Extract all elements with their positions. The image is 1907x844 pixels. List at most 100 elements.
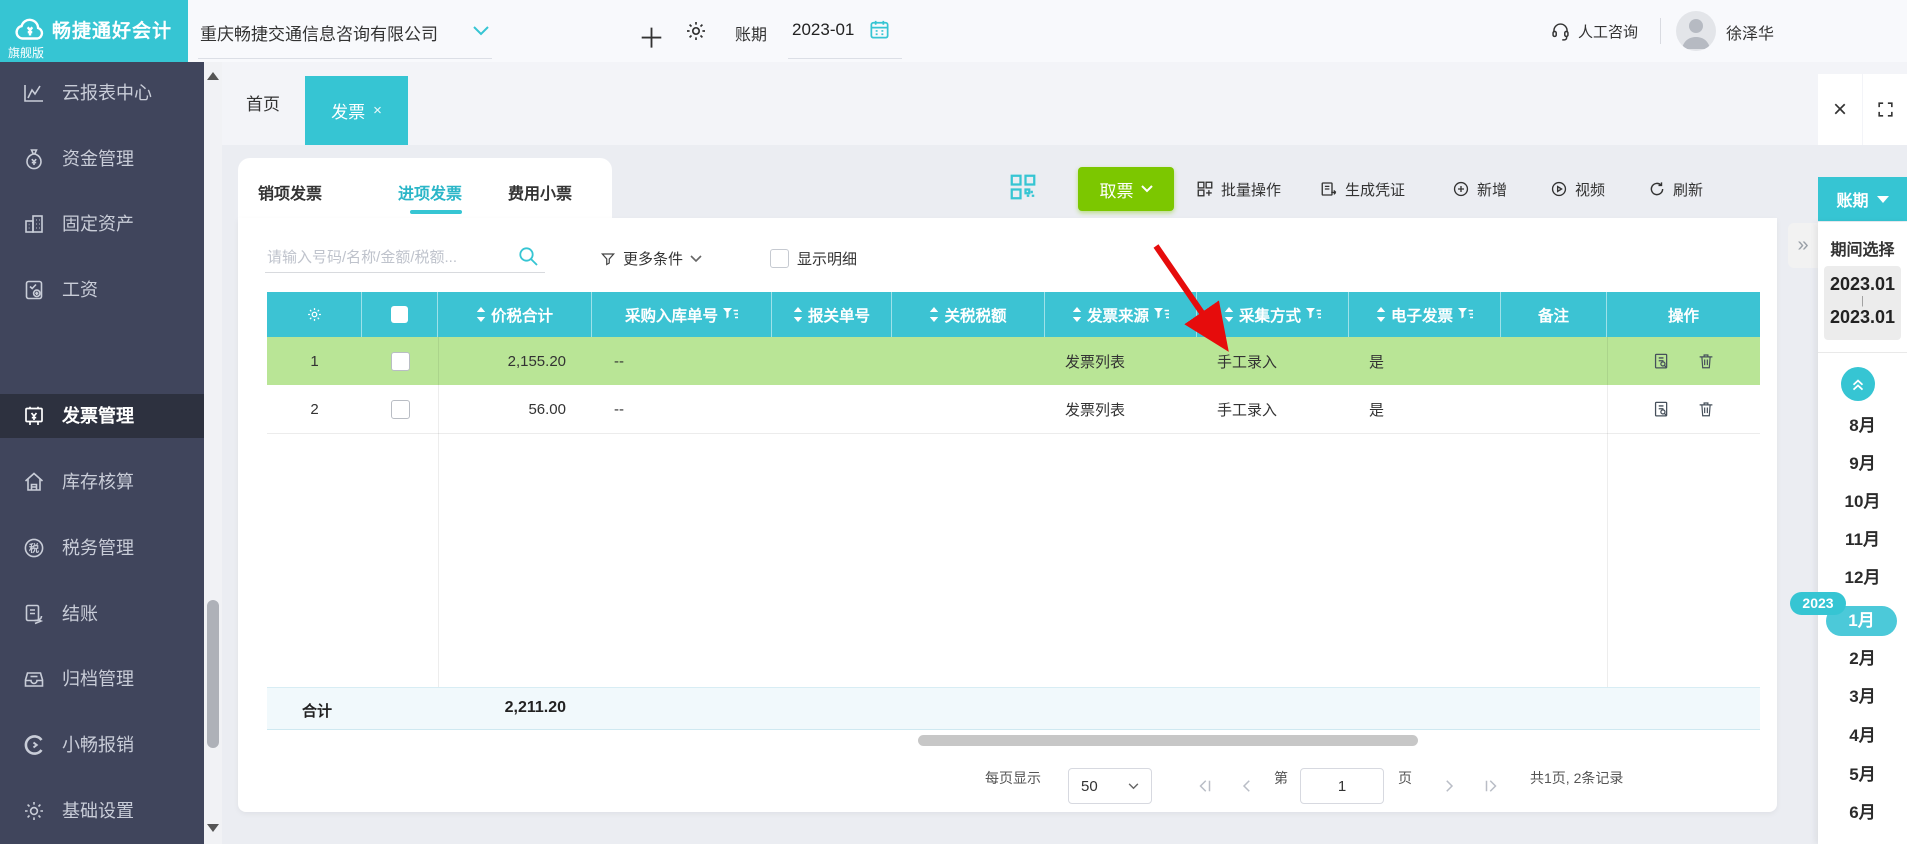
page-number-input[interactable]	[1300, 768, 1384, 804]
sidebar-item-expense[interactable]: 小畅报销	[0, 723, 204, 767]
last-page-button[interactable]	[1482, 777, 1500, 795]
sidebar-item-salary[interactable]: 工资	[0, 268, 204, 312]
caret-down-icon	[1876, 195, 1889, 203]
fetch-invoice-label: 取票	[1099, 181, 1134, 201]
collapse-panel-button[interactable]: »	[1788, 223, 1818, 268]
column-header-method[interactable]: 采集方式	[1197, 292, 1349, 337]
delete-icon[interactable]	[1697, 352, 1715, 370]
search-icon[interactable]	[516, 244, 540, 268]
page-prefix: 第	[1274, 770, 1288, 786]
sidebar-item-closing[interactable]: 结账	[0, 592, 204, 636]
month-item[interactable]: 4月	[1818, 722, 1907, 750]
sidebar-item-settings[interactable]: 基础设置	[0, 789, 204, 833]
sidebar-item-fixed-assets[interactable]: 固定资产	[0, 202, 204, 246]
subtab-expense-receipt[interactable]: 费用小票	[508, 180, 572, 204]
column-header-customs-no[interactable]: 报关单号	[772, 292, 892, 337]
gear-icon[interactable]	[684, 19, 708, 43]
month-item[interactable]: 8月	[1818, 412, 1907, 440]
month-item[interactable]: 6月	[1818, 799, 1907, 827]
period-range-box[interactable]: 2023.01 | 2023.01	[1824, 266, 1901, 340]
fullscreen-icon	[1876, 100, 1895, 119]
calendar-icon[interactable]	[868, 18, 891, 41]
year-badge: 2023	[1790, 592, 1846, 615]
view-voucher-icon[interactable]	[1652, 352, 1671, 371]
tab-invoice[interactable]: 发票 ×	[305, 76, 408, 145]
close-icon: ×	[1832, 95, 1847, 123]
user-name[interactable]: 徐泽华	[1726, 20, 1774, 44]
column-header-remark[interactable]: 备注	[1501, 292, 1607, 337]
month-item[interactable]: 5月	[1818, 761, 1907, 789]
cell-source: 发票列表	[1065, 353, 1126, 371]
show-detail-checkbox[interactable]	[770, 249, 789, 268]
scroll-up-icon[interactable]	[207, 72, 219, 80]
generate-voucher-button[interactable]: 生成凭证	[1320, 170, 1405, 208]
support-link[interactable]: 人工咨询	[1578, 21, 1638, 42]
table-row[interactable]: 1 2,155.20 -- 发票列表 手工录入 是	[267, 337, 1760, 385]
month-item[interactable]: 9月	[1818, 450, 1907, 478]
month-item[interactable]: 2月	[1818, 645, 1907, 673]
row-checkbox[interactable]	[390, 399, 410, 419]
sidebar-item-invoice[interactable]: 发票管理	[0, 394, 204, 438]
show-detail-toggle[interactable]: 显示明细	[770, 248, 857, 269]
month-item[interactable]: 12月	[1818, 564, 1907, 592]
column-header-purchase-no[interactable]: 采购入库单号	[592, 292, 772, 337]
prev-page-button[interactable]	[1238, 777, 1256, 795]
search-input[interactable]	[265, 242, 519, 272]
period-value[interactable]: 2023-01	[792, 20, 854, 40]
sidebar-item-cloud-reports[interactable]: 云报表中心	[0, 71, 204, 115]
sidebar-item-inventory[interactable]: 库存核算	[0, 460, 204, 504]
company-chevron-down-icon[interactable]	[472, 25, 490, 37]
column-label: 关税税额	[944, 307, 1007, 325]
sort-icon	[793, 307, 803, 322]
column-header-actions[interactable]: 操作	[1607, 292, 1760, 337]
refresh-button[interactable]: 刷新	[1648, 170, 1703, 208]
horizontal-scrollbar-thumb[interactable]	[918, 735, 1418, 746]
select-all-header[interactable]	[362, 292, 438, 337]
close-view-button[interactable]: ×	[1818, 74, 1862, 145]
add-new-button[interactable]: 新增	[1452, 170, 1507, 208]
sidebar-item-archive[interactable]: 归档管理	[0, 657, 204, 701]
fullscreen-button[interactable]	[1863, 74, 1907, 145]
first-page-button[interactable]	[1196, 777, 1214, 795]
closing-icon	[22, 602, 46, 626]
scroll-down-icon[interactable]	[207, 824, 219, 832]
cell-method: 手工录入	[1217, 401, 1278, 419]
avatar[interactable]	[1676, 11, 1716, 51]
sidebar-item-funds[interactable]: 资金管理	[0, 137, 204, 181]
page-size-select[interactable]: 50	[1068, 768, 1152, 804]
fetch-invoice-button[interactable]: 取票	[1078, 167, 1174, 211]
sidebar-item-label: 固定资产	[62, 214, 134, 234]
delete-icon[interactable]	[1697, 400, 1715, 418]
view-voucher-icon[interactable]	[1652, 400, 1671, 419]
subtab-purchase-invoice[interactable]: 进项发票	[398, 180, 462, 204]
company-name[interactable]: 重庆畅捷交通信息咨询有限公司	[200, 20, 438, 45]
more-filters-button[interactable]: 更多条件	[600, 248, 702, 269]
column-header-electronic[interactable]: 电子发票	[1349, 292, 1501, 337]
scroll-months-up-button[interactable]	[1841, 367, 1875, 401]
next-page-button[interactable]	[1440, 777, 1458, 795]
column-settings-header[interactable]	[267, 292, 362, 337]
tab-close-icon[interactable]: ×	[373, 102, 382, 119]
sidebar-item-tax[interactable]: 税 税务管理	[0, 526, 204, 570]
subtab-sales-invoice[interactable]: 销项发票	[258, 180, 322, 204]
video-button[interactable]: 视频	[1550, 170, 1605, 208]
tab-home[interactable]: 首页	[246, 90, 280, 115]
row-checkbox[interactable]	[390, 351, 410, 371]
month-item[interactable]: 10月	[1818, 488, 1907, 516]
sidebar-scrollbar[interactable]	[204, 62, 222, 844]
column-header-source[interactable]: 发票来源	[1045, 292, 1197, 337]
cell-method: 手工录入	[1217, 353, 1278, 371]
month-item[interactable]: 3月	[1818, 683, 1907, 711]
sidebar-scrollbar-thumb[interactable]	[207, 600, 219, 748]
period-dropdown-button[interactable]: 账期	[1818, 177, 1907, 221]
qr-scan-icon[interactable]	[1008, 172, 1038, 202]
batch-actions-button[interactable]: 批量操作	[1196, 170, 1281, 208]
sidebar-item-label: 税务管理	[62, 538, 134, 558]
column-header-amount[interactable]: 价税合计	[438, 292, 592, 337]
column-header-tariff[interactable]: 关税税额	[892, 292, 1045, 337]
add-account-button[interactable]: ＋	[638, 17, 665, 56]
app-logo[interactable]: 畅捷通好会计 旗舰版	[0, 0, 188, 62]
month-item[interactable]: 11月	[1818, 526, 1907, 554]
select-all-checkbox[interactable]	[391, 306, 408, 323]
table-row[interactable]: 2 56.00 -- 发票列表 手工录入 是	[267, 385, 1760, 434]
